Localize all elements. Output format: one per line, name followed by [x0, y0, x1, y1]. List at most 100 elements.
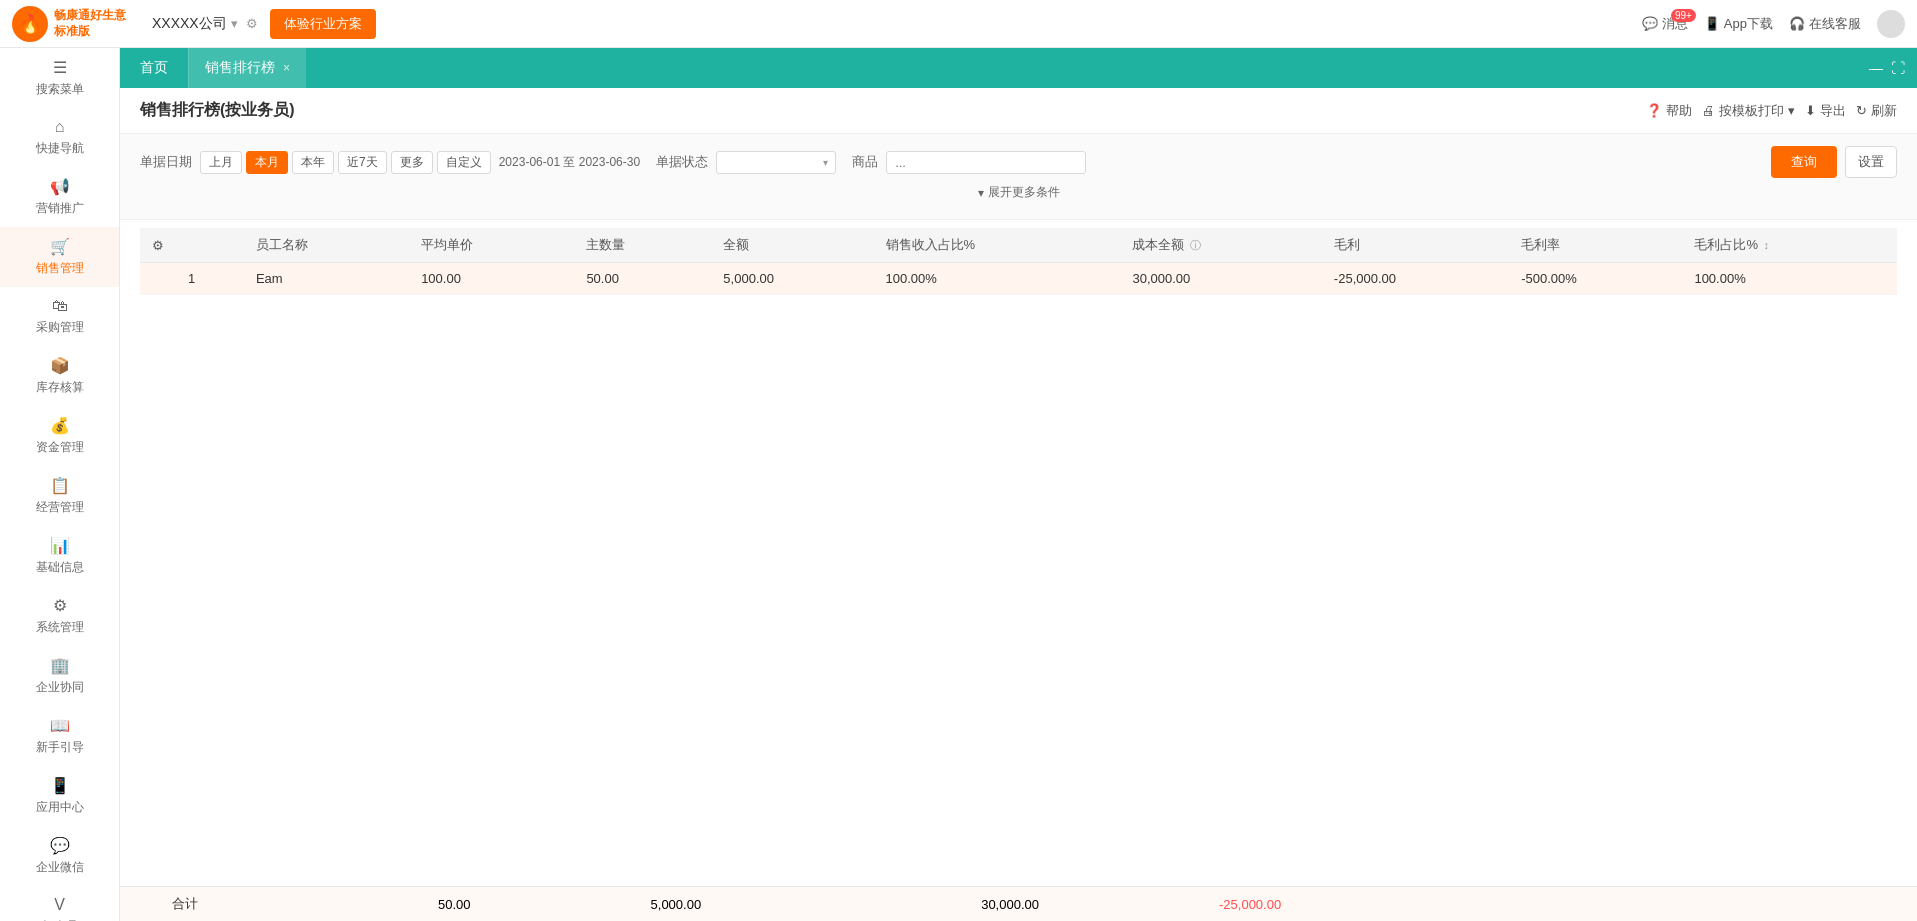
sidebar-item-purchase[interactable]: 🛍 采购管理: [0, 287, 119, 346]
tab-expand-icon[interactable]: ⛶: [1891, 60, 1905, 76]
message-icon: 💬: [1642, 16, 1658, 31]
online-service-button[interactable]: 🎧 在线客服: [1789, 15, 1861, 33]
company-selector[interactable]: XXXXX公司 ▾ ⚙: [152, 15, 258, 33]
status-select[interactable]: [716, 151, 836, 174]
page-actions: ❓ 帮助 🖨 按模板打印 ▾ ⬇ 导出 ↻: [1646, 102, 1897, 120]
sidebar: ☰ 搜索菜单 ⌂ 快捷导航 📢 营销推广 🛒 销售管理 🛍 采购管理 📦 库: [0, 48, 120, 921]
app-download-icon: 📱: [1704, 16, 1720, 31]
sidebar-item-label: 基础信息: [36, 559, 84, 576]
refresh-icon: ↻: [1856, 103, 1867, 118]
message-badge: 99+: [1671, 9, 1696, 22]
footer-gross-profit: -25,000.00: [1219, 897, 1281, 912]
th-avg-price: 平均单价: [409, 228, 574, 263]
table-row: 1 Eam 100.00 50.00 5,000.00 100.00% 30,0…: [140, 263, 1897, 295]
table-footer: 合计 50.00 5,000.00 30,000.00 -25,000.00: [120, 886, 1917, 921]
sidebar-item-label: 采购管理: [36, 319, 84, 336]
sidebar-item-guide[interactable]: 📖 新手引导: [0, 706, 119, 766]
tab-bar: 首页 销售排行榜 × — ⛶: [120, 48, 1917, 88]
date-btn-custom[interactable]: 自定义: [437, 151, 491, 174]
help-icon: ❓: [1646, 103, 1662, 118]
status-select-wrapper: [716, 151, 836, 174]
expand-conditions-button[interactable]: ▾ 展开更多条件: [140, 178, 1897, 207]
print-button[interactable]: 🖨 按模板打印 ▾: [1702, 102, 1795, 120]
marketing-icon: 📢: [50, 177, 70, 196]
sidebar-item-wechat[interactable]: 💬 企业微信: [0, 826, 119, 886]
sidebar-item-app-center[interactable]: 📱 应用中心: [0, 766, 119, 826]
operation-icon: 📋: [50, 476, 70, 495]
sidebar-item-inventory[interactable]: 📦 库存核算: [0, 346, 119, 406]
user-avatar[interactable]: [1877, 10, 1905, 38]
refresh-button[interactable]: ↻ 刷新: [1856, 102, 1897, 120]
help-button[interactable]: ❓ 帮助: [1646, 102, 1692, 120]
purchase-icon: 🛍: [52, 297, 68, 315]
goods-filter: 商品: [852, 151, 1086, 174]
sidebar-item-system[interactable]: ⚙ 系统管理: [0, 586, 119, 646]
enterprise-icon: 🏢: [50, 656, 70, 675]
sidebar-item-label: 系统管理: [36, 619, 84, 636]
td-amount: 5,000.00: [711, 263, 873, 295]
sidebar-item-search-order[interactable]: ☰ 搜索菜单: [0, 48, 119, 108]
sidebar-item-enterprise[interactable]: 🏢 企业协同: [0, 646, 119, 706]
th-name: 员工名称: [244, 228, 409, 263]
sidebar-item-basic-info[interactable]: 📊 基础信息: [0, 526, 119, 586]
td-cost: 30,000.00: [1120, 263, 1321, 295]
footer-total-label: 合计: [172, 895, 198, 913]
export-button[interactable]: ⬇ 导出: [1805, 102, 1846, 120]
tab-sales-ranking[interactable]: 销售排行榜 ×: [189, 48, 306, 88]
sidebar-item-marketing[interactable]: 📢 营销推广: [0, 167, 119, 227]
company-dropdown-icon[interactable]: ▾: [231, 16, 238, 31]
system-icon: ⚙: [53, 596, 67, 615]
app-center-icon: 📱: [50, 776, 70, 795]
date-btn-last-7-days[interactable]: 近7天: [338, 151, 387, 174]
filter-row-1: 单据日期 上月 本月 本年 近7天 更多 自定义 2023-06-01 至 20…: [140, 146, 1897, 178]
sidebar-item-finance[interactable]: 💰 资金管理: [0, 406, 119, 466]
sidebar-item-label: 企业协同: [36, 679, 84, 696]
goods-input[interactable]: [886, 151, 1086, 174]
date-btn-current-month[interactable]: 本月: [246, 151, 288, 174]
search-button[interactable]: 查询: [1771, 146, 1837, 178]
td-gross-profit: -25,000.00: [1322, 263, 1509, 295]
tab-controls: — ⛶: [1869, 48, 1917, 88]
sidebar-item-operation[interactable]: 📋 经营管理: [0, 466, 119, 526]
menu-icon: ☰: [53, 58, 67, 77]
th-gross-ratio: 毛利占比% ↕: [1682, 228, 1897, 263]
message-button[interactable]: 💬 消息 99+: [1642, 15, 1688, 33]
company-settings-icon[interactable]: ⚙: [246, 16, 258, 31]
inventory-icon: 📦: [50, 356, 70, 375]
avatar-image: [1877, 10, 1905, 38]
print-dropdown-icon[interactable]: ▾: [1788, 103, 1795, 118]
date-filter-label: 单据日期: [140, 153, 192, 171]
date-btn-prev-month[interactable]: 上月: [200, 151, 242, 174]
sidebar-item-sales[interactable]: 🛒 销售管理: [0, 227, 119, 287]
tab-minimize-icon[interactable]: —: [1869, 60, 1883, 76]
td-sales-ratio: 100.00%: [874, 263, 1121, 295]
th-settings[interactable]: ⚙: [140, 228, 176, 263]
th-gross-profit: 毛利: [1322, 228, 1509, 263]
sales-icon: 🛒: [50, 237, 70, 256]
finance-icon: 💰: [50, 416, 70, 435]
date-btn-more[interactable]: 更多: [391, 151, 433, 174]
sidebar-item-label: 搜索菜单: [36, 81, 84, 98]
gross-ratio-info-icon: ↕: [1764, 239, 1770, 251]
td-gross-margin: -500.00%: [1509, 263, 1682, 295]
sidebar-item-label: 经营管理: [36, 499, 84, 516]
expand-icon: ▾: [978, 186, 984, 200]
app-download-button[interactable]: 📱 App下载: [1704, 15, 1773, 33]
page-header: 销售排行榜(按业务员) ❓ 帮助 🖨 按模板打印 ▾ ⬇: [120, 88, 1917, 134]
sidebar-item-label: 快捷导航: [36, 140, 84, 157]
try-industry-button[interactable]: 体验行业方案: [270, 9, 376, 39]
logo-area: 🔥 畅康通好生意 标准版: [12, 6, 132, 42]
th-rank: [176, 228, 244, 263]
footer-amount: 5,000.00: [651, 897, 702, 912]
basic-info-icon: 📊: [50, 536, 70, 555]
tab-close-icon[interactable]: ×: [283, 61, 290, 75]
tab-home[interactable]: 首页: [120, 48, 189, 88]
headset-icon: 🎧: [1789, 16, 1805, 31]
print-icon: 🖨: [1702, 103, 1715, 118]
sidebar-item-shortcut[interactable]: ⌂ 快捷导航: [0, 108, 119, 167]
sidebar-item-member[interactable]: V 畅会员: [0, 886, 119, 921]
date-btn-this-year[interactable]: 本年: [292, 151, 334, 174]
filter-settings-button[interactable]: 设置: [1845, 146, 1897, 178]
date-filter: 单据日期 上月 本月 本年 近7天 更多 自定义 2023-06-01 至 20…: [140, 151, 640, 174]
table-header-row: ⚙ 员工名称 平均单价 主数量 全额 销售收入占比% 成本全额 ⓘ 毛利 毛利率: [140, 228, 1897, 263]
